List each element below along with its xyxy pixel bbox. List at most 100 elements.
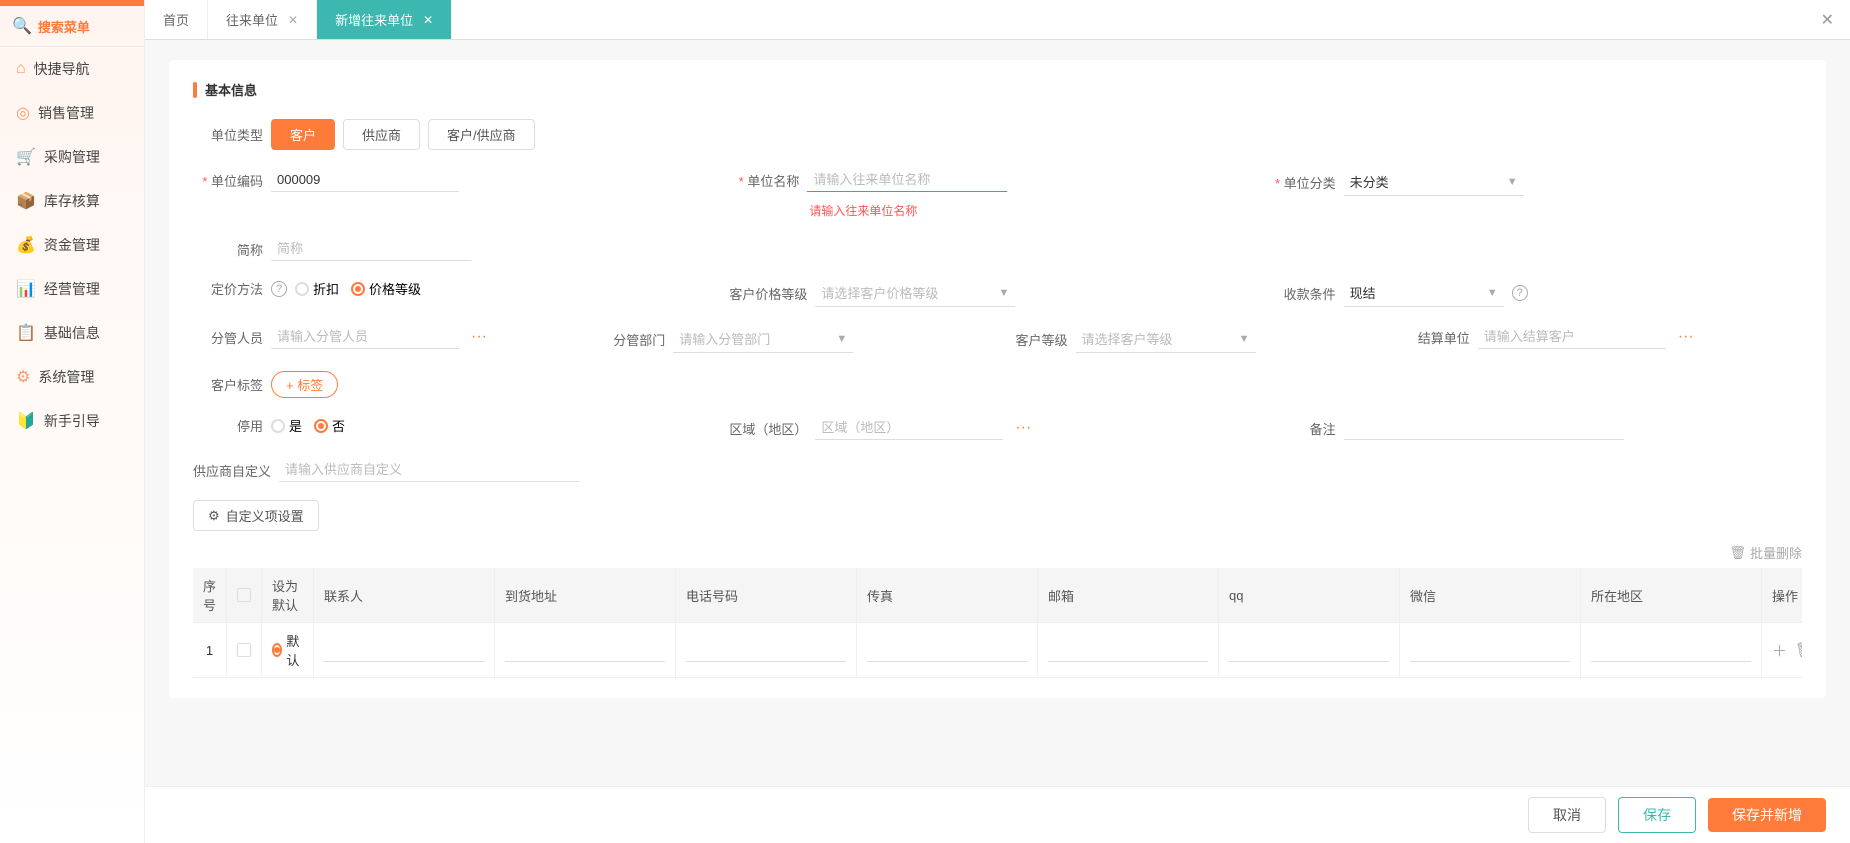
row-checkbox[interactable] xyxy=(237,643,251,657)
unit-category-select[interactable]: 未分类 ▼ xyxy=(1344,168,1524,196)
manager-input[interactable] xyxy=(271,325,459,349)
col-wechat: 微信 xyxy=(1400,568,1581,623)
dept-select[interactable]: 请输入分管部门 ▼ xyxy=(673,325,853,353)
sidebar-item-sys-mgmt[interactable]: ⚙ 系统管理 xyxy=(0,355,144,399)
row-wechat-input[interactable] xyxy=(1410,638,1570,662)
short-name-input[interactable] xyxy=(271,237,471,261)
unit-code-input[interactable] xyxy=(271,168,459,192)
sidebar-label-inventory: 库存核算 xyxy=(44,191,100,211)
search-menu-button[interactable]: 🔍 搜索菜单 xyxy=(0,6,144,47)
disabled-no-label: 否 xyxy=(332,416,345,435)
cancel-button[interactable]: 取消 xyxy=(1528,797,1606,833)
dept-arrow-icon: ▼ xyxy=(836,333,847,345)
unit-name-input[interactable] xyxy=(807,168,1007,192)
sidebar-item-finance[interactable]: 💰 资金管理 xyxy=(0,223,144,267)
supplier-custom-input[interactable] xyxy=(279,458,579,482)
settlement-unit-more-btn[interactable]: ··· xyxy=(1674,329,1698,345)
sales-icon: ◎ xyxy=(16,103,30,123)
payment-condition-value: 现结 xyxy=(1350,283,1376,302)
sidebar-item-ops[interactable]: 📊 经营管理 xyxy=(0,267,144,311)
payment-condition-label: 收款条件 xyxy=(1266,284,1336,303)
sidebar-label-guide: 新手引导 xyxy=(44,411,100,431)
sidebar-item-inventory[interactable]: 📦 库存核算 xyxy=(0,179,144,223)
customer-level-select[interactable]: 请选择客户等级 ▼ xyxy=(1076,325,1256,353)
supplier-custom-field: 供应商自定义 xyxy=(193,458,1802,482)
customer-price-level-select[interactable]: 请选择客户价格等级 ▼ xyxy=(815,279,1015,307)
save-and-new-button[interactable]: 保存并新增 xyxy=(1708,798,1826,832)
row-default: 默认 xyxy=(262,623,314,678)
row-action: ＋ 🗑 xyxy=(1762,623,1802,678)
pricing-method-help-icon[interactable]: ? xyxy=(271,281,287,297)
payment-condition-select[interactable]: 现结 ▼ xyxy=(1344,279,1504,307)
unit-type-customer-btn[interactable]: 客户 xyxy=(271,119,335,150)
sidebar-item-purchase-mgmt[interactable]: 🛒 采购管理 xyxy=(0,135,144,179)
unit-name-field: 单位名称 请输入往来单位名称 xyxy=(729,168,1265,219)
window-close-button[interactable]: ✕ xyxy=(1805,0,1850,39)
unit-type-field: 单位类型 客户 供应商 客户/供应商 xyxy=(193,119,1802,150)
disabled-radio-group: 是 否 xyxy=(271,416,345,435)
payment-condition-help-icon[interactable]: ? xyxy=(1512,285,1528,301)
col-phone: 电话号码 xyxy=(676,568,857,623)
payment-condition-field: 收款条件 现结 ▼ ? xyxy=(1266,279,1802,307)
settlement-unit-input[interactable] xyxy=(1478,325,1666,349)
sidebar-item-new-guide[interactable]: 🔰 新手引导 xyxy=(0,399,144,443)
manager-row: 分管人员 ··· 分管部门 请输入分管部门 ▼ 客户等级 请选择客户等级 xyxy=(193,325,1802,353)
batch-delete-btn[interactable]: 🗑 批量删除 xyxy=(1729,543,1802,562)
tab-home-label: 首页 xyxy=(163,10,189,29)
short-name-field: 简称 xyxy=(193,237,1802,261)
customer-tag-row: 客户标签 + 标签 xyxy=(193,371,1802,398)
unit-type-both-btn[interactable]: 客户/供应商 xyxy=(428,119,535,150)
customer-level-placeholder: 请选择客户等级 xyxy=(1082,329,1173,348)
row-add-icon[interactable]: ＋ xyxy=(1772,640,1787,661)
row-region-input[interactable] xyxy=(1591,638,1751,662)
sidebar-item-sales-mgmt[interactable]: ◎ 销售管理 xyxy=(0,91,144,135)
sidebar-label-basic-info: 基础信息 xyxy=(44,323,100,343)
col-default: 设为默认 xyxy=(262,568,314,623)
sidebar-item-quick-nav[interactable]: ⌂ 快捷导航 xyxy=(0,47,144,91)
row-delivery-input[interactable] xyxy=(505,638,665,662)
region-input[interactable] xyxy=(815,416,1003,440)
unit-code-field: 单位编码 xyxy=(193,168,729,192)
row-fax-input[interactable] xyxy=(867,638,1027,662)
tab-trading-unit-close[interactable]: ✕ xyxy=(288,13,298,27)
unit-code-name-row: 单位编码 单位名称 请输入往来单位名称 单位分类 未分类 ▼ xyxy=(193,168,1802,219)
col-region: 所在地区 xyxy=(1581,568,1762,623)
sidebar-label-sales: 销售管理 xyxy=(38,103,94,123)
col-action: 操作 xyxy=(1762,568,1802,623)
tab-bar: 首页 往来单位 ✕ 新增往来单位 ✕ ✕ xyxy=(145,0,1850,40)
sidebar-item-basic-info[interactable]: 📋 基础信息 xyxy=(0,311,144,355)
pricing-level-radio[interactable]: 价格等级 xyxy=(351,279,421,298)
region-more-btn[interactable]: ··· xyxy=(1011,420,1035,436)
remark-label: 备注 xyxy=(1266,419,1336,438)
pricing-discount-radio[interactable]: 折扣 xyxy=(295,279,339,298)
tab-home[interactable]: 首页 xyxy=(145,0,208,39)
remark-field: 备注 xyxy=(1266,416,1802,440)
main-content: 首页 往来单位 ✕ 新增往来单位 ✕ ✕ 基本信息 单位类型 xyxy=(145,0,1850,843)
search-menu-label: 搜索菜单 xyxy=(38,17,90,36)
tab-trading-unit[interactable]: 往来单位 ✕ xyxy=(208,0,317,39)
row-qq-input[interactable] xyxy=(1229,638,1389,662)
disabled-no-radio[interactable]: 否 xyxy=(314,416,345,435)
tab-new-trading-unit[interactable]: 新增往来单位 ✕ xyxy=(317,0,452,39)
add-tag-button[interactable]: + 标签 xyxy=(271,371,338,398)
contact-table-wrapper: 序号 设为默认 联系人 到货地址 电话号码 传真 邮箱 xyxy=(193,568,1802,678)
row-email-input[interactable] xyxy=(1048,638,1208,662)
table-header-checkbox[interactable] xyxy=(237,588,251,602)
row-delete-icon[interactable]: 🗑 xyxy=(1795,641,1802,659)
save-button[interactable]: 保存 xyxy=(1618,797,1696,833)
unit-type-supplier-btn[interactable]: 供应商 xyxy=(343,119,420,150)
row-default-radio[interactable]: 默认 xyxy=(272,631,303,669)
row-phone-input[interactable] xyxy=(686,638,846,662)
unit-type-btn-group: 客户 供应商 客户/供应商 xyxy=(271,119,535,150)
custom-settings-button[interactable]: ⚙ 自定义项设置 xyxy=(193,500,319,531)
pricing-level-label: 价格等级 xyxy=(369,279,421,298)
customer-price-level-label: 客户价格等级 xyxy=(729,284,807,303)
supplier-custom-label: 供应商自定义 xyxy=(193,461,271,480)
disabled-yes-radio[interactable]: 是 xyxy=(271,416,302,435)
manager-more-btn[interactable]: ··· xyxy=(467,329,491,345)
remark-input[interactable] xyxy=(1344,416,1624,440)
tab-new-trading-unit-close[interactable]: ✕ xyxy=(423,13,433,27)
customer-price-level-field: 客户价格等级 请选择客户价格等级 ▼ xyxy=(729,279,1265,307)
finance-icon: 💰 xyxy=(16,235,36,255)
row-contact-input[interactable] xyxy=(324,638,484,662)
